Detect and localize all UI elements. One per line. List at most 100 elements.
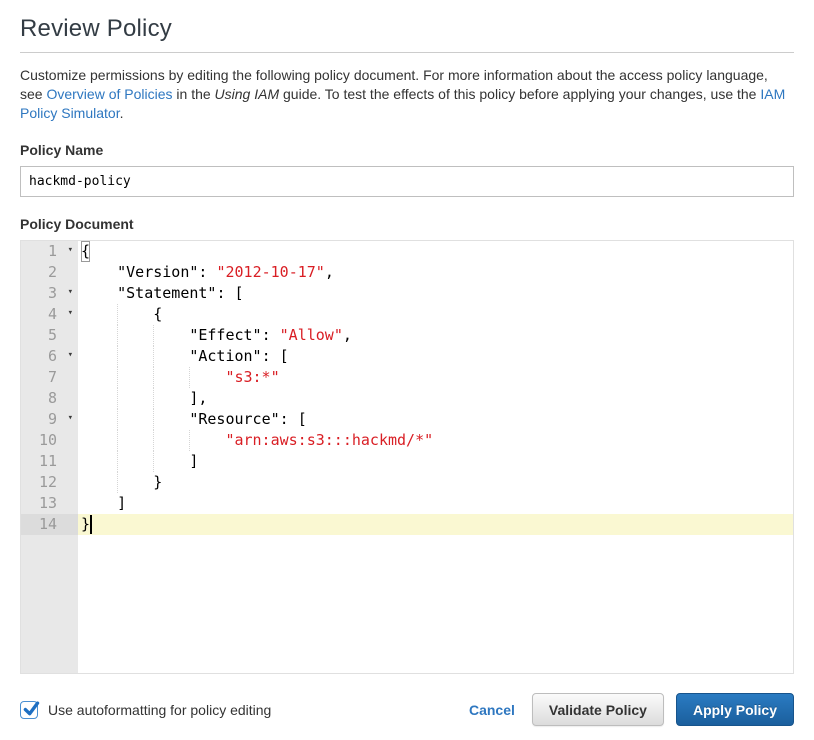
code-token: ,	[325, 262, 334, 283]
editor-line-10[interactable]: 10"arn:aws:s3:::hackmd/*"	[21, 430, 793, 451]
code-line-content[interactable]: "Statement": [	[78, 283, 793, 304]
line-number: 14	[39, 515, 57, 533]
gutter-cell[interactable]: 10	[21, 430, 78, 451]
intro-part-2: in the	[173, 86, 215, 102]
code-line-content[interactable]: "Version": "2012-10-17",	[78, 262, 793, 283]
code-token: "2012-10-17"	[216, 262, 324, 283]
indent-guide	[153, 346, 189, 367]
code-token: {	[81, 241, 90, 262]
code-line-content[interactable]: ],	[78, 388, 793, 409]
code-line-content[interactable]: }	[78, 472, 793, 493]
fold-arrow-icon[interactable]: ▾	[68, 408, 73, 429]
line-number: 12	[39, 473, 57, 491]
gutter-cell[interactable]: 3▾	[21, 283, 78, 304]
editor-line-2[interactable]: 2 "Version": "2012-10-17",	[21, 262, 793, 283]
line-number: 5	[48, 326, 57, 344]
editor-line-3[interactable]: 3▾"Statement": [	[21, 283, 793, 304]
indent-guide	[117, 367, 153, 388]
intro-text: Customize permissions by editing the fol…	[20, 66, 794, 123]
editor-line-5[interactable]: 5 "Effect": "Allow",	[21, 325, 793, 346]
editor-line-9[interactable]: 9▾"Resource": [	[21, 409, 793, 430]
indent-guide	[189, 430, 225, 451]
editor-line-11[interactable]: 11]	[21, 451, 793, 472]
using-iam-guide-name: Using IAM	[215, 86, 280, 102]
line-number: 8	[48, 389, 57, 407]
gutter-cell[interactable]: 14	[21, 514, 78, 535]
code-token: "Allow"	[280, 325, 343, 346]
indent-guide	[117, 409, 153, 430]
editor-line-7[interactable]: 7 "s3:*"	[21, 367, 793, 388]
gutter-cell[interactable]: 9▾	[21, 409, 78, 430]
code-token: :	[262, 325, 280, 346]
autoformat-checkbox[interactable]	[20, 701, 38, 719]
code-token: :	[198, 262, 216, 283]
indent-guide	[153, 451, 189, 472]
indent-space	[81, 325, 117, 346]
policy-document-editor[interactable]: 1▾{2"Version": "2012-10-17",3▾"Statement…	[20, 240, 794, 674]
code-line-content[interactable]: ]	[78, 493, 793, 514]
line-number: 1	[48, 242, 57, 260]
code-token: "Version"	[117, 262, 198, 283]
indent-guide	[153, 430, 189, 451]
policy-document-label: Policy Document	[20, 216, 794, 232]
gutter-cell[interactable]: 4▾	[21, 304, 78, 325]
line-number: 4	[48, 305, 57, 323]
footer-bar: Use autoformatting for policy editing Ca…	[20, 693, 794, 726]
code-line-content[interactable]: "Action": [	[78, 346, 793, 367]
code-token: ],	[189, 388, 207, 409]
indent-guide	[153, 367, 189, 388]
gutter-cell[interactable]: 1▾	[21, 241, 78, 262]
indent-space	[81, 409, 117, 430]
line-number: 6	[48, 347, 57, 365]
editor-line-4[interactable]: 4▾{	[21, 304, 793, 325]
fold-arrow-icon[interactable]: ▾	[68, 303, 73, 324]
gutter-cell[interactable]: 8	[21, 388, 78, 409]
fold-arrow-icon[interactable]: ▾	[68, 282, 73, 303]
editor-line-13[interactable]: 13]	[21, 493, 793, 514]
cancel-link[interactable]: Cancel	[469, 702, 515, 718]
code-line-content[interactable]: }	[78, 514, 793, 535]
editor-line-14[interactable]: 14}	[21, 514, 793, 535]
gutter-cell[interactable]: 13	[21, 493, 78, 514]
editor-line-8[interactable]: 8],	[21, 388, 793, 409]
fold-arrow-icon[interactable]: ▾	[68, 240, 73, 261]
indent-guide	[153, 325, 189, 346]
autoformat-checkbox-row[interactable]: Use autoformatting for policy editing	[20, 701, 271, 719]
indent-guide	[117, 451, 153, 472]
gutter-cell[interactable]: 5	[21, 325, 78, 346]
editor-line-1[interactable]: 1▾{	[21, 241, 793, 262]
indent-space	[81, 367, 117, 388]
policy-name-input[interactable]	[20, 166, 794, 197]
editor-line-12[interactable]: 12}	[21, 472, 793, 493]
apply-policy-button[interactable]: Apply Policy	[676, 693, 794, 726]
code-line-content[interactable]: "Effect": "Allow",	[78, 325, 793, 346]
fold-arrow-icon[interactable]: ▾	[68, 345, 73, 366]
code-line-content[interactable]: ]	[78, 451, 793, 472]
code-token: }	[81, 514, 90, 535]
autoformat-label: Use autoformatting for policy editing	[48, 702, 271, 718]
validate-policy-button[interactable]: Validate Policy	[532, 693, 664, 726]
code-token: "Statement"	[117, 283, 216, 304]
indent-space	[81, 304, 117, 325]
line-number: 9	[48, 410, 57, 428]
gutter-cell[interactable]: 7	[21, 367, 78, 388]
gutter-cell[interactable]: 12	[21, 472, 78, 493]
code-line-content[interactable]: {	[78, 304, 793, 325]
code-line-content[interactable]: "s3:*"	[78, 367, 793, 388]
editor-line-6[interactable]: 6▾"Action": [	[21, 346, 793, 367]
code-line-content[interactable]: "arn:aws:s3:::hackmd/*"	[78, 430, 793, 451]
code-line-content[interactable]: "Resource": [	[78, 409, 793, 430]
gutter-cell[interactable]: 6▾	[21, 346, 78, 367]
code-line-content[interactable]: {	[78, 241, 793, 262]
text-cursor	[90, 515, 92, 534]
gutter-cell[interactable]: 11	[21, 451, 78, 472]
code-token: "s3:*"	[225, 367, 279, 388]
line-number: 13	[39, 494, 57, 512]
checkmark-icon	[22, 700, 40, 718]
page-title: Review Policy	[20, 15, 794, 43]
indent-guide	[117, 304, 153, 325]
overview-of-policies-link[interactable]: Overview of Policies	[46, 86, 172, 102]
line-number: 2	[48, 263, 57, 281]
gutter-cell[interactable]: 2	[21, 262, 78, 283]
code-token: : [	[280, 409, 307, 430]
